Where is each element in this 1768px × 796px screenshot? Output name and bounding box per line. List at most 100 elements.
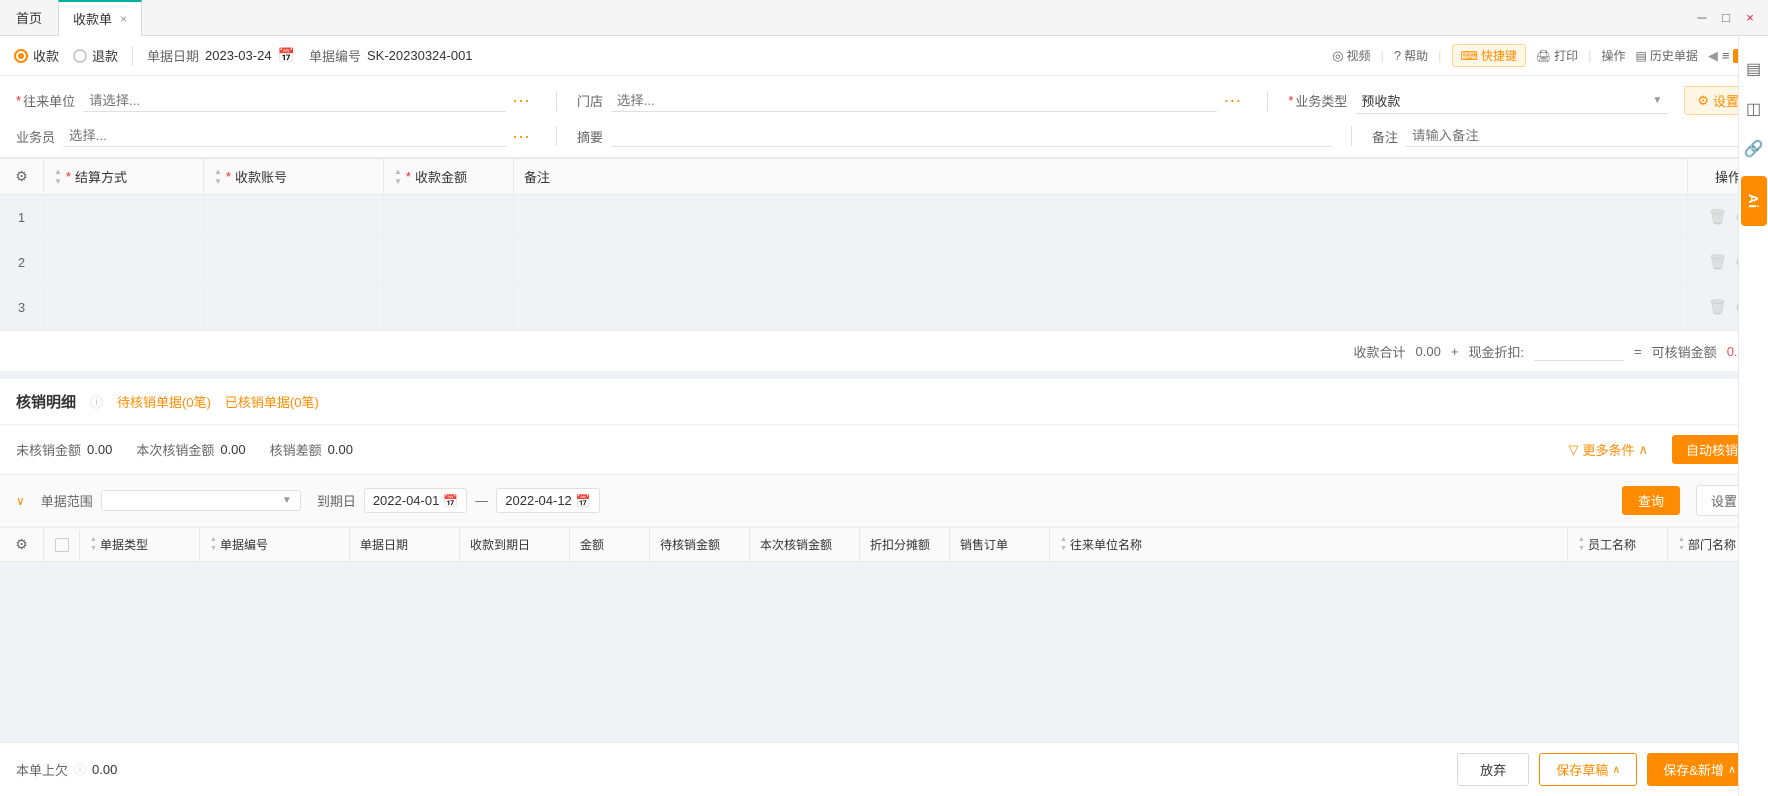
help-btn[interactable]: ? 帮助 (1394, 47, 1428, 64)
td-amount-2[interactable] (384, 240, 514, 284)
th-settlement: ▲▼ * 结算方式 (44, 159, 204, 194)
td-account-1[interactable] (204, 195, 384, 239)
tab-close-icon[interactable]: × (120, 12, 127, 26)
store-label: 门店 (577, 91, 603, 110)
bth-pending: 待核销金额 (650, 528, 750, 561)
from-unit-more-btn[interactable]: ··· (506, 90, 536, 111)
td-account-2[interactable] (204, 240, 384, 284)
sidebar-table-icon[interactable]: ▤ (1741, 56, 1767, 82)
th-remark: 备注 (514, 159, 1688, 194)
td-settlement-2[interactable] (44, 240, 204, 284)
tab-home-label: 首页 (16, 8, 42, 27)
bth-discount: 折扣分摊额 (860, 528, 950, 561)
plus-sign: + (1451, 344, 1459, 359)
due-date-start[interactable]: 2022-04-01 📅 (364, 488, 467, 513)
th-amount: ▲▼ * 收款金额 (384, 159, 514, 194)
save-draft-arrow: ∧ (1612, 763, 1620, 776)
layout-icon[interactable]: ≡ (1722, 48, 1730, 63)
verif-info-icon[interactable]: ⓘ (90, 392, 103, 411)
td-remark-3[interactable] (514, 285, 1688, 329)
more-conditions-btn[interactable]: ▽ 更多条件 ∧ (1568, 440, 1648, 459)
staff-more-btn[interactable]: ··· (506, 126, 536, 147)
bth-settings[interactable]: ⚙ (0, 528, 44, 561)
discount-input[interactable] (1534, 341, 1624, 361)
discard-btn[interactable]: 放弃 (1457, 753, 1529, 786)
calendar-icon[interactable]: 📅 (278, 47, 295, 64)
td-amount-3[interactable] (384, 285, 514, 329)
radio-receipt[interactable]: 收款 (14, 46, 59, 65)
delete-row-2-icon[interactable]: 🗑 (1708, 253, 1727, 271)
total-label: 收款合计 (1354, 342, 1406, 361)
pending-tab[interactable]: 待核销单据(0笔) (117, 392, 211, 411)
history-btn[interactable]: ▤ 历史单据 (1636, 47, 1698, 64)
tab-receipt[interactable]: 收款单 × (58, 0, 142, 36)
due-date-end[interactable]: 2022-04-12 📅 (496, 488, 599, 513)
range-dropdown-icon: ▼ (282, 495, 292, 506)
diff-value: 0.00 (328, 442, 353, 457)
staff-input[interactable] (63, 125, 506, 147)
print-btn[interactable]: 🖨 打印 (1536, 47, 1578, 64)
bth-date: 单据日期 (350, 528, 460, 561)
diff-label: 核销差额 (270, 440, 322, 459)
serial-label: 单据编号 (309, 46, 361, 65)
save-new-btn[interactable]: 保存&新增 ∧ (1647, 753, 1752, 786)
total-value: 0.00 (1416, 344, 1441, 359)
video-btn[interactable]: ◎ 视频 (1332, 47, 1370, 64)
td-remark-2[interactable] (514, 240, 1688, 284)
td-amount-1[interactable] (384, 195, 514, 239)
from-unit-input[interactable] (83, 90, 506, 112)
bth-due-date: 收款到期日 (460, 528, 570, 561)
query-btn[interactable]: 查询 (1622, 486, 1680, 515)
sidebar-attach-icon[interactable]: 🔗 (1741, 136, 1767, 162)
due-date-label: 到期日 (317, 491, 356, 510)
range-select[interactable]: ▼ (101, 490, 301, 511)
filter-expand-icon[interactable]: ∨ (16, 494, 25, 508)
biz-type-dropdown-icon[interactable]: ▼ (1652, 95, 1662, 106)
verif-title: 核销明细 (16, 391, 76, 412)
radio-refund[interactable]: 退款 (73, 46, 118, 65)
td-account-3[interactable] (204, 285, 384, 329)
bth-serial: ▲▼ 单据编号 (200, 528, 350, 561)
store-input[interactable] (611, 90, 1217, 112)
shortcut-btn[interactable]: ⌨ 快捷键 (1452, 44, 1526, 67)
from-unit-label-text: 往来单位 (23, 91, 75, 110)
bth-from-unit: ▲▼ 往来单位名称 (1050, 528, 1568, 561)
footer-info-icon[interactable]: ⓘ (74, 761, 86, 778)
discount-label: 现金折扣: (1468, 342, 1524, 361)
td-num-3: 3 (0, 285, 44, 329)
delete-row-1-icon[interactable]: 🗑 (1708, 208, 1727, 226)
th-settings[interactable]: ⚙ (0, 160, 44, 193)
bth-amount: 金额 (570, 528, 650, 561)
date-label: 单据日期 (147, 46, 199, 65)
sidebar-doc-icon[interactable]: ◫ (1741, 96, 1767, 122)
nav-prev-icon[interactable]: ◀ (1708, 48, 1718, 64)
summary-label: 摘要 (577, 127, 603, 146)
td-settlement-3[interactable] (44, 285, 204, 329)
store-more-btn[interactable]: ··· (1217, 90, 1247, 111)
save-new-label: 保存&新增 (1663, 760, 1724, 779)
remark-input[interactable] (1406, 125, 1752, 147)
sidebar-ai-btn[interactable]: Ai (1741, 176, 1767, 226)
unverified-label: 未核销金额 (16, 440, 81, 459)
date-range-dash: — (475, 493, 488, 508)
biz-type-required: * (1288, 93, 1293, 108)
delete-row-3-icon[interactable]: 🗑 (1708, 298, 1727, 316)
remark-label: 备注 (1372, 127, 1398, 146)
done-tab[interactable]: 已核销单据(0笔) (225, 392, 319, 411)
tab-receipt-label: 收款单 (73, 9, 112, 28)
td-remark-1[interactable] (514, 195, 1688, 239)
biz-type-label: 业务类型 (1295, 91, 1347, 110)
table-row: 1 🗑 ⊕ (0, 195, 1768, 240)
bth-check[interactable] (44, 530, 80, 560)
operation-btn[interactable]: 操作 (1601, 47, 1625, 64)
window-minimize[interactable]: － (1694, 10, 1710, 26)
footer-value: 0.00 (92, 762, 117, 777)
tab-home[interactable]: 首页 (0, 0, 58, 36)
window-close[interactable]: × (1742, 10, 1758, 26)
table-row: 2 🗑 ⊕ (0, 240, 1768, 285)
range-label: 单据范围 (41, 491, 93, 510)
td-settlement-1[interactable] (44, 195, 204, 239)
window-maximize[interactable]: □ (1718, 10, 1734, 26)
save-draft-btn[interactable]: 保存草稿 ∧ (1539, 753, 1637, 786)
summary-input[interactable] (611, 125, 1331, 147)
